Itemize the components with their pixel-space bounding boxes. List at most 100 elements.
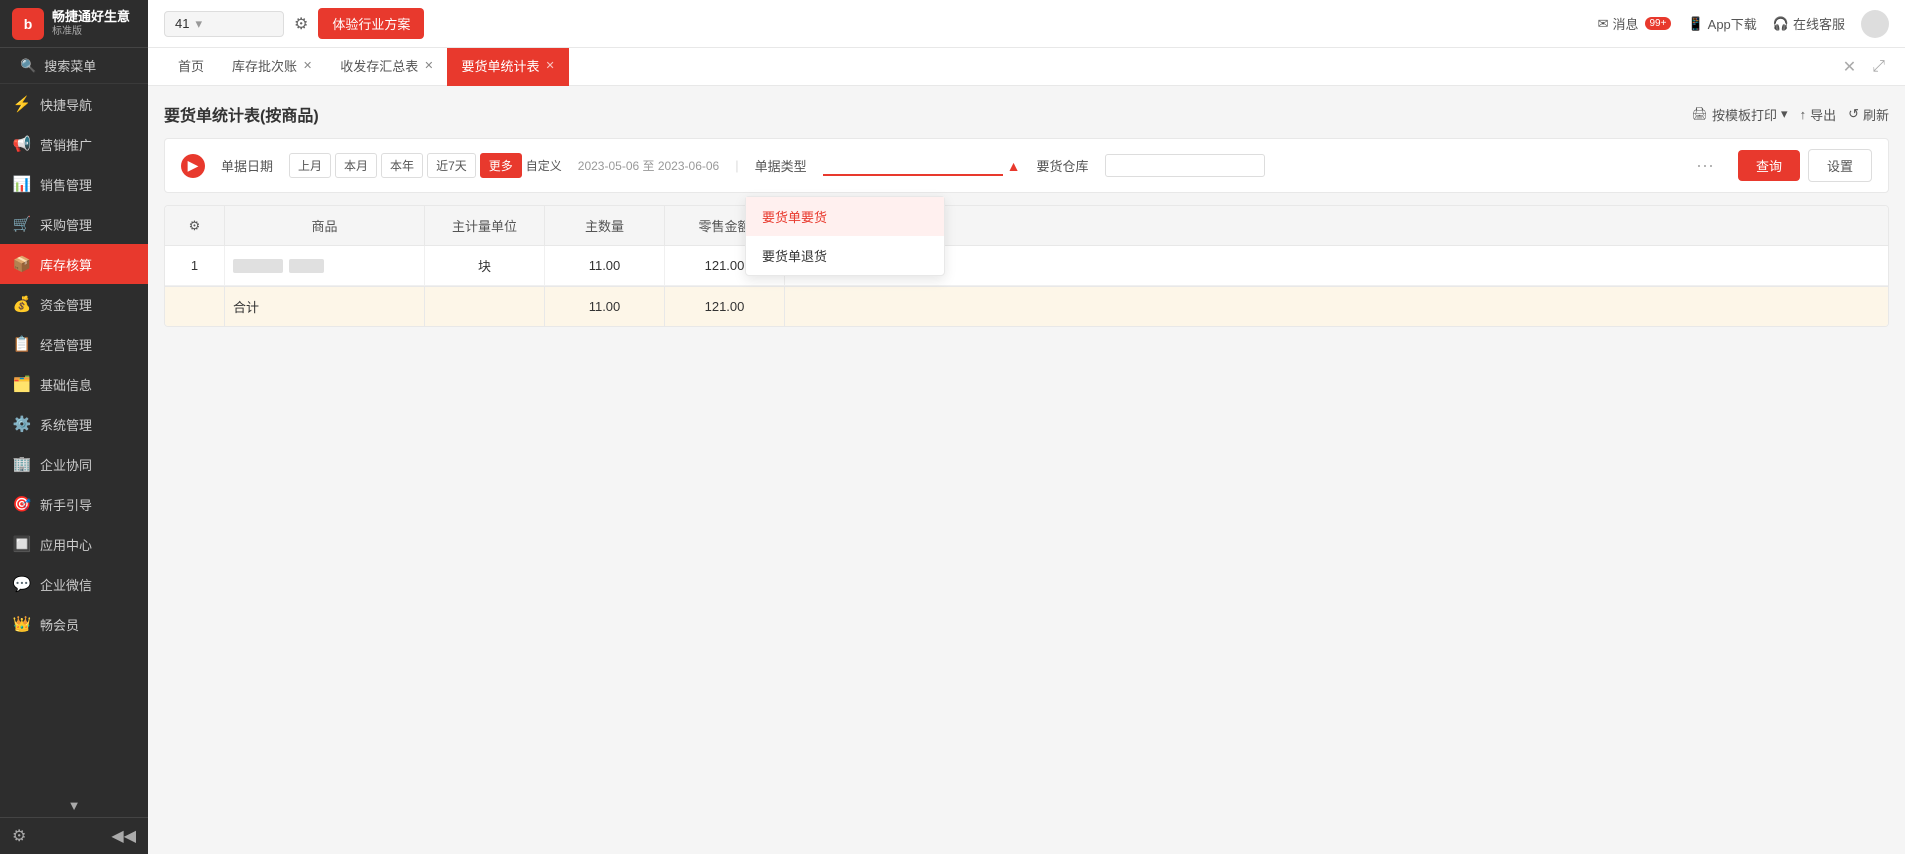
type-chevron-up-icon[interactable]: ▲ <box>1007 158 1021 174</box>
quick-nav-icon: ⚡ <box>12 94 32 114</box>
tab-order-stats[interactable]: 要货单统计表 ✕ <box>447 48 568 86</box>
wechat-icon: 💬 <box>12 574 32 594</box>
sidebar-item-label: 企业协同 <box>40 455 92 474</box>
sidebar-search[interactable]: 🔍 搜索菜单 <box>0 48 148 84</box>
filter-divider: | <box>735 158 738 173</box>
settings-btn[interactable]: 设置 <box>1808 149 1872 182</box>
filter-bar: ▶ 单据日期 上月 本月 本年 近7天 更多 自定义 2023-05-06 至 … <box>164 138 1889 193</box>
filter-row: ▶ 单据日期 上月 本月 本年 近7天 更多 自定义 2023-05-06 至 … <box>181 149 1872 182</box>
purchase-icon: 🛒 <box>12 214 32 234</box>
trial-btn[interactable]: 体验行业方案 <box>318 8 424 39</box>
tab-close-order-stats[interactable]: ✕ <box>546 59 555 72</box>
sidebar-scroll-down[interactable]: ▼ <box>0 794 148 817</box>
company-selector[interactable]: 41 ▾ <box>164 11 284 37</box>
type-dropdown: 要货单要货 要货单退货 <box>745 196 945 276</box>
sidebar-item-guide[interactable]: 🎯 新手引导 <box>0 484 148 524</box>
sidebar-item-label: 新手引导 <box>40 495 92 514</box>
sidebar-item-system[interactable]: ⚙️ 系统管理 <box>0 404 148 444</box>
sidebar-item-sales[interactable]: 📊 销售管理 <box>0 164 148 204</box>
table-footer: 合计 11.00 121.00 <box>165 286 1888 326</box>
sidebar: b 畅捷通好生意 标准版 🔍 搜索菜单 ⚡ 快捷导航 📢 营销推广 📊 销售管理… <box>0 0 148 854</box>
sidebar-item-marketing[interactable]: 📢 营销推广 <box>0 124 148 164</box>
enterprise-icon: 🏢 <box>12 454 32 474</box>
company-selector-text: 41 <box>175 16 189 31</box>
message-icon: ✉ <box>1598 16 1609 32</box>
online-service-label: 在线客服 <box>1793 14 1845 33</box>
tab-close-receive-summary[interactable]: ✕ <box>424 59 433 72</box>
tabs-right: ✕ ⤢ <box>1839 55 1889 79</box>
column-product: 商品 <box>225 206 425 245</box>
date-btn-more[interactable]: 更多 <box>480 153 522 178</box>
footer-empty <box>165 287 225 326</box>
row-unit: 块 <box>425 246 545 285</box>
tab-home[interactable]: 首页 <box>164 48 218 86</box>
app-center-icon: 🔲 <box>12 534 32 554</box>
search-label: 搜索菜单 <box>44 56 96 75</box>
date-custom-btn[interactable]: 自定义 <box>526 157 562 174</box>
page-actions: 🖨 按模板打印 ▾ ↑ 导出 ↺ 刷新 <box>1692 105 1890 124</box>
sidebar-item-inventory[interactable]: 📦 库存核算 <box>0 244 148 284</box>
table-body: 1 块 11.00 121.00 <box>165 246 1888 286</box>
dropdown-item-order-return[interactable]: 要货单退货 <box>746 236 944 275</box>
search-icon: 🔍 <box>20 58 36 74</box>
table-row: 1 块 11.00 121.00 <box>165 246 1888 286</box>
tab-inventory-batch-label: 库存批次账 <box>232 56 297 75</box>
export-label: 导出 <box>1810 105 1836 124</box>
sidebar-item-wechat[interactable]: 💬 企业微信 <box>0 564 148 604</box>
app-logo: b <box>12 8 44 40</box>
filter-actions: 查询 设置 <box>1738 149 1872 182</box>
query-btn[interactable]: 查询 <box>1738 150 1800 181</box>
gear-icon[interactable]: ⚙ <box>294 14 308 34</box>
print-btn[interactable]: 🖨 按模板打印 ▾ <box>1692 105 1788 124</box>
topbar: 41 ▾ ⚙ 体验行业方案 ✉ 消息 99+ 📱 App下载 🎧 在线客服 <box>148 0 1905 48</box>
member-icon: 👑 <box>12 614 32 634</box>
filter-expand-btn[interactable]: ▶ <box>181 154 205 178</box>
user-avatar[interactable] <box>1861 10 1889 38</box>
sidebar-item-label: 营销推广 <box>40 135 92 154</box>
collapse-icon[interactable]: ◀◀ <box>111 826 136 846</box>
refresh-btn[interactable]: ↺ 刷新 <box>1848 105 1889 124</box>
warehouse-input[interactable] <box>1105 154 1265 177</box>
dropdown-item-order-purchase[interactable]: 要货单要货 <box>746 197 944 236</box>
column-quantity: 主数量 <box>545 206 665 245</box>
date-btn-this-month[interactable]: 本月 <box>335 153 377 178</box>
tab-home-label: 首页 <box>178 56 204 75</box>
date-btn-7days[interactable]: 近7天 <box>427 153 476 178</box>
download-icon: 📱 <box>1687 16 1703 32</box>
column-settings-icon: ⚙ <box>189 218 201 234</box>
footer-quantity: 11.00 <box>545 287 665 326</box>
inventory-icon: 📦 <box>12 254 32 274</box>
sidebar-item-finance[interactable]: 💰 资金管理 <box>0 284 148 324</box>
online-service-btn[interactable]: 🎧 在线客服 <box>1773 14 1845 33</box>
marketing-icon: 📢 <box>12 134 32 154</box>
settings-icon[interactable]: ⚙ <box>12 826 26 846</box>
tab-close-inventory-batch[interactable]: ✕ <box>303 59 312 72</box>
sidebar-item-quick-nav[interactable]: ⚡ 快捷导航 <box>0 84 148 124</box>
refresh-icon: ↺ <box>1848 106 1859 122</box>
sidebar-item-label: 资金管理 <box>40 295 92 314</box>
sidebar-item-basic-info[interactable]: 🗂️ 基础信息 <box>0 364 148 404</box>
sidebar-item-enterprise[interactable]: 🏢 企业协同 <box>0 444 148 484</box>
export-btn[interactable]: ↑ 导出 <box>1800 105 1837 124</box>
footer-amount: 121.00 <box>665 287 785 326</box>
tab-minimize-icon[interactable]: ✕ <box>1839 55 1860 79</box>
tab-inventory-batch[interactable]: 库存批次账 ✕ <box>218 48 326 86</box>
sidebar-item-member[interactable]: 👑 畅会员 <box>0 604 148 644</box>
topbar-right: ✉ 消息 99+ 📱 App下载 🎧 在线客服 <box>1598 10 1889 38</box>
column-settings[interactable]: ⚙ <box>165 206 225 245</box>
print-icon: 🖨 <box>1692 106 1709 122</box>
filter-more-icon[interactable]: ··· <box>1696 155 1714 176</box>
app-download-btn[interactable]: 📱 App下载 <box>1687 14 1756 33</box>
message-btn[interactable]: ✉ 消息 99+ <box>1598 14 1672 33</box>
sidebar-item-purchase[interactable]: 🛒 采购管理 <box>0 204 148 244</box>
row-extra <box>785 246 1888 285</box>
type-input[interactable] <box>823 155 1003 176</box>
date-btn-this-year[interactable]: 本年 <box>381 153 423 178</box>
footer-extra <box>785 287 1888 326</box>
date-btn-last-month[interactable]: 上月 <box>289 153 331 178</box>
sidebar-item-operations[interactable]: 📋 经营管理 <box>0 324 148 364</box>
brand-info: 畅捷通好生意 标准版 <box>52 9 130 39</box>
tab-expand-icon[interactable]: ⤢ <box>1868 56 1889 78</box>
tab-receive-summary[interactable]: 收发存汇总表 ✕ <box>326 48 447 86</box>
sidebar-item-app-center[interactable]: 🔲 应用中心 <box>0 524 148 564</box>
